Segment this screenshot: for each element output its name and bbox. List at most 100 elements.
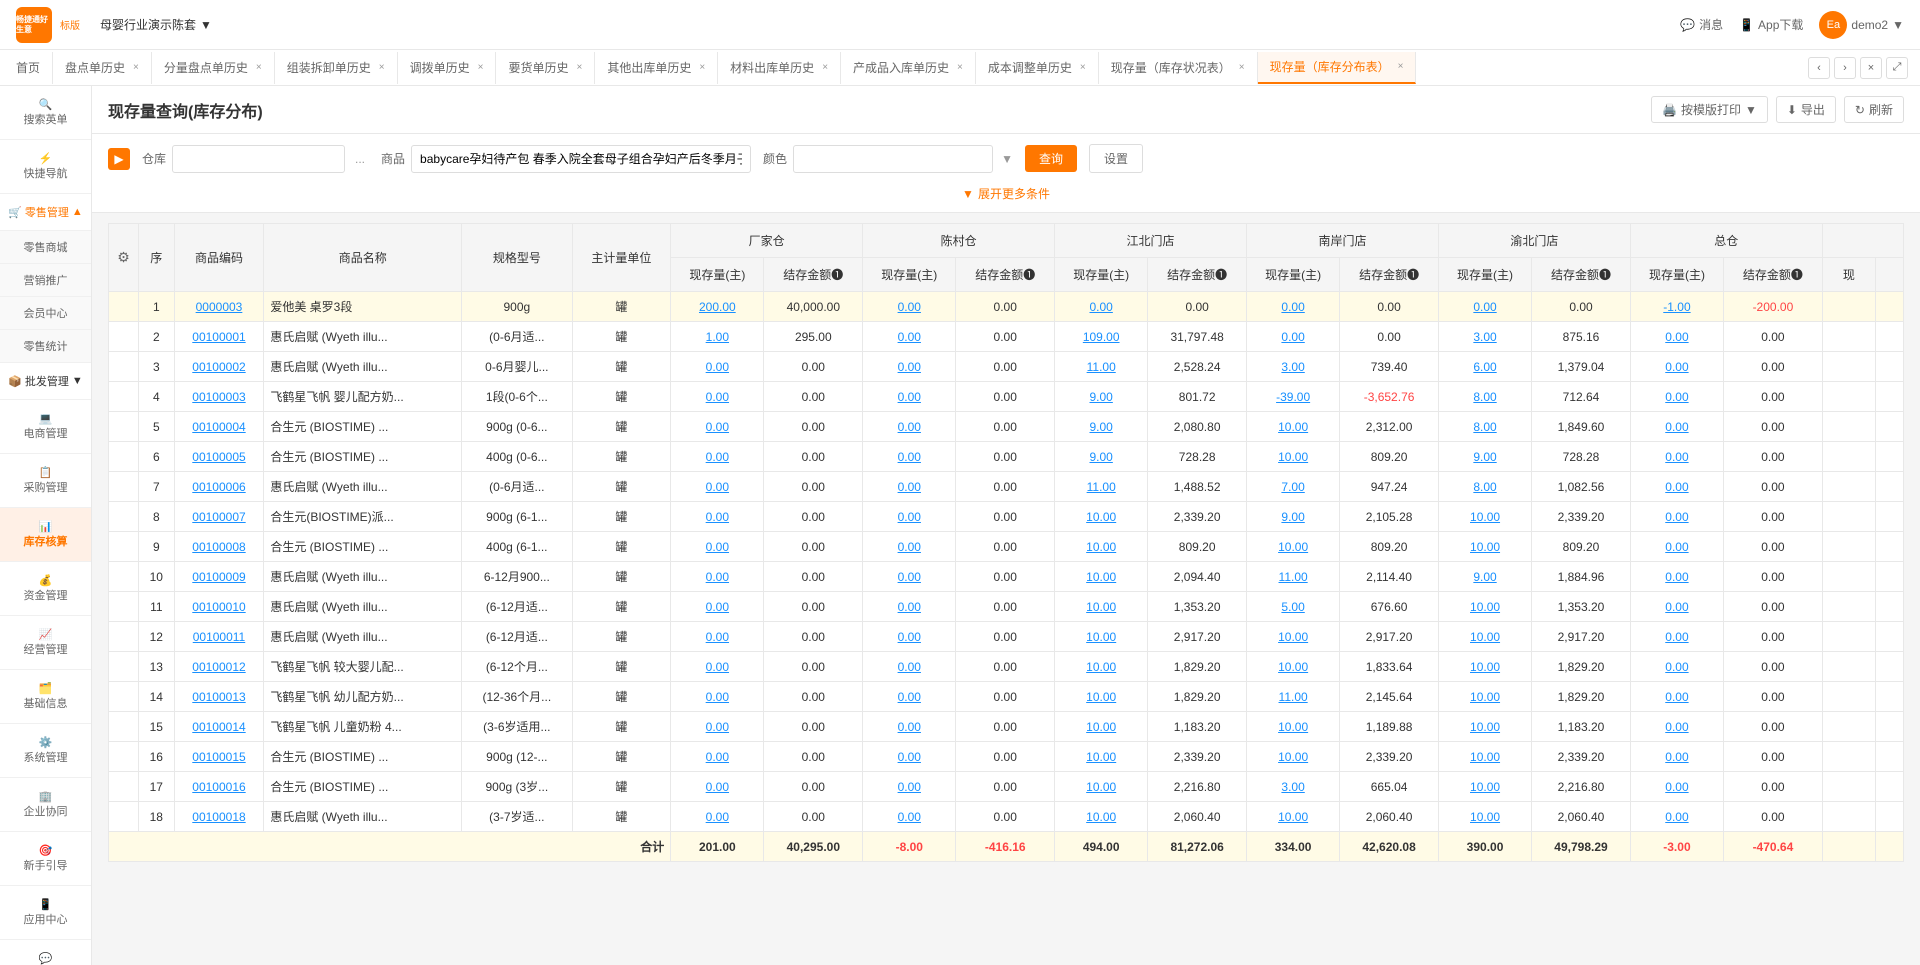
cell-na-qty[interactable]: 10.00 xyxy=(1246,532,1339,562)
cell-jb-qty[interactable]: 10.00 xyxy=(1055,682,1148,712)
tab-3-close[interactable]: × xyxy=(379,62,385,73)
cell-cj-qty[interactable]: 0.00 xyxy=(671,742,764,772)
cell-yb-qty[interactable]: 10.00 xyxy=(1438,802,1531,832)
tab-3[interactable]: 组装拆卸单历史 × xyxy=(275,52,398,84)
cell-cc-qty[interactable]: 0.00 xyxy=(863,682,956,712)
print-btn[interactable]: 🖨️ 按模版打印 ▼ xyxy=(1651,96,1768,123)
cell-code[interactable]: 00100004 xyxy=(174,412,264,442)
tab-6-close[interactable]: × xyxy=(699,62,705,73)
sidebar-item-wechat[interactable]: 💬 企业微信 xyxy=(0,940,91,965)
tab-1[interactable]: 盘点单历史 × xyxy=(53,52,152,84)
cell-cj-qty[interactable]: 200.00 xyxy=(671,292,764,322)
cell-yb-qty[interactable]: 0.00 xyxy=(1438,292,1531,322)
cell-code[interactable]: 00100005 xyxy=(174,442,264,472)
cell-zc-qty[interactable]: 0.00 xyxy=(1630,322,1723,352)
sidebar-item-apps[interactable]: 📱 应用中心 xyxy=(0,886,91,940)
sidebar-item-marketing[interactable]: 营销推广 xyxy=(0,264,91,297)
sidebar-item-finance[interactable]: 💰 资金管理 xyxy=(0,562,91,616)
tab-6[interactable]: 其他出库单历史 × xyxy=(595,52,718,84)
cell-zc-qty[interactable]: 0.00 xyxy=(1630,502,1723,532)
cell-jb-qty[interactable]: 10.00 xyxy=(1055,652,1148,682)
cell-zc-qty[interactable]: 0.00 xyxy=(1630,802,1723,832)
cell-na-qty[interactable]: -39.00 xyxy=(1246,382,1339,412)
cell-cj-qty[interactable]: 0.00 xyxy=(671,652,764,682)
message-btn[interactable]: 💬 消息 xyxy=(1680,16,1723,33)
cell-code[interactable]: 00100011 xyxy=(174,622,264,652)
cell-cj-qty[interactable]: 0.00 xyxy=(671,592,764,622)
cell-cj-qty[interactable]: 0.00 xyxy=(671,802,764,832)
cell-code[interactable]: 00100016 xyxy=(174,772,264,802)
cell-code[interactable]: 00100018 xyxy=(174,802,264,832)
refresh-btn[interactable]: ↻ 刷新 xyxy=(1844,96,1904,123)
cell-cj-qty[interactable]: 0.00 xyxy=(671,412,764,442)
cell-na-qty[interactable]: 10.00 xyxy=(1246,712,1339,742)
tab-home[interactable]: 首页 xyxy=(4,52,53,84)
cell-jb-qty[interactable]: 11.00 xyxy=(1055,472,1148,502)
cell-yb-qty[interactable]: 10.00 xyxy=(1438,742,1531,772)
cell-zc-qty[interactable]: -1.00 xyxy=(1630,292,1723,322)
cell-yb-qty[interactable]: 8.00 xyxy=(1438,472,1531,502)
tab-9-close[interactable]: × xyxy=(1080,62,1086,73)
warehouse-dots[interactable]: ... xyxy=(351,152,369,166)
cell-yb-qty[interactable]: 10.00 xyxy=(1438,712,1531,742)
cell-yb-qty[interactable]: 10.00 xyxy=(1438,652,1531,682)
cell-cc-qty[interactable]: 0.00 xyxy=(863,292,956,322)
query-btn[interactable]: 查询 xyxy=(1025,145,1077,172)
cell-zc-qty[interactable]: 0.00 xyxy=(1630,352,1723,382)
cell-jb-qty[interactable]: 10.00 xyxy=(1055,802,1148,832)
cell-cc-qty[interactable]: 0.00 xyxy=(863,742,956,772)
cell-cc-qty[interactable]: 0.00 xyxy=(863,592,956,622)
cell-yb-qty[interactable]: 10.00 xyxy=(1438,592,1531,622)
cell-cc-qty[interactable]: 0.00 xyxy=(863,652,956,682)
sidebar-item-operation[interactable]: 📈 经营管理 xyxy=(0,616,91,670)
sidebar-item-member[interactable]: 会员中心 xyxy=(0,297,91,330)
cell-na-qty[interactable]: 11.00 xyxy=(1246,682,1339,712)
sidebar-item-search[interactable]: 🔍 搜索英单 xyxy=(0,86,91,140)
cell-yb-qty[interactable]: 10.00 xyxy=(1438,772,1531,802)
app-download-btn[interactable]: 📱 App下载 xyxy=(1739,16,1803,33)
sidebar-item-wholesale[interactable]: 📦 批发管理 ▼ xyxy=(0,363,91,400)
goods-input[interactable] xyxy=(411,145,751,173)
cell-code[interactable]: 0000003 xyxy=(174,292,264,322)
cell-yb-qty[interactable]: 10.00 xyxy=(1438,622,1531,652)
cell-na-qty[interactable]: 10.00 xyxy=(1246,622,1339,652)
filter-expand-btn[interactable]: ▶ xyxy=(108,148,130,170)
cell-code[interactable]: 00100006 xyxy=(174,472,264,502)
tab-8[interactable]: 产成品入库单历史 × xyxy=(841,52,976,84)
tab-4-close[interactable]: × xyxy=(478,62,484,73)
th-settings[interactable]: ⚙ xyxy=(109,224,139,292)
cell-yb-qty[interactable]: 6.00 xyxy=(1438,352,1531,382)
cell-jb-qty[interactable]: 9.00 xyxy=(1055,442,1148,472)
tab-11-close[interactable]: × xyxy=(1398,61,1404,72)
tab-9[interactable]: 成本调整单历史 × xyxy=(976,52,1099,84)
tab-5-close[interactable]: × xyxy=(576,62,582,73)
cell-cj-qty[interactable]: 0.00 xyxy=(671,622,764,652)
cell-cj-qty[interactable]: 0.00 xyxy=(671,562,764,592)
sidebar-item-system[interactable]: ⚙️ 系统管理 xyxy=(0,724,91,778)
cell-code[interactable]: 00100001 xyxy=(174,322,264,352)
warehouse-input[interactable] xyxy=(172,145,345,173)
export-btn[interactable]: ⬇ 导出 xyxy=(1776,96,1836,123)
cell-zc-qty[interactable]: 0.00 xyxy=(1630,442,1723,472)
table-container[interactable]: ⚙ 序 商品编码 商品名称 规格型号 主计量单位 厂家仓 陈村仓 江北门店 南岸… xyxy=(92,213,1920,965)
cell-cc-qty[interactable]: 0.00 xyxy=(863,532,956,562)
sidebar-item-guide[interactable]: 🎯 新手引导 xyxy=(0,832,91,886)
cell-na-qty[interactable]: 9.00 xyxy=(1246,502,1339,532)
tab-prev-btn[interactable]: ‹ xyxy=(1808,57,1830,79)
cell-code[interactable]: 00100015 xyxy=(174,742,264,772)
cell-cc-qty[interactable]: 0.00 xyxy=(863,562,956,592)
cell-cj-qty[interactable]: 0.00 xyxy=(671,502,764,532)
cell-na-qty[interactable]: 10.00 xyxy=(1246,802,1339,832)
cell-na-qty[interactable]: 10.00 xyxy=(1246,442,1339,472)
sidebar-item-basic[interactable]: 🗂️ 基础信息 xyxy=(0,670,91,724)
cell-zc-qty[interactable]: 0.00 xyxy=(1630,532,1723,562)
cell-jb-qty[interactable]: 10.00 xyxy=(1055,562,1148,592)
cell-na-qty[interactable]: 3.00 xyxy=(1246,352,1339,382)
tab-close-all-btn[interactable]: × xyxy=(1860,57,1882,79)
cell-jb-qty[interactable]: 10.00 xyxy=(1055,532,1148,562)
cell-cj-qty[interactable]: 1.00 xyxy=(671,322,764,352)
tab-7[interactable]: 材料出库单历史 × xyxy=(718,52,841,84)
cell-code[interactable]: 00100008 xyxy=(174,532,264,562)
tab-next-btn[interactable]: › xyxy=(1834,57,1856,79)
cell-code[interactable]: 00100014 xyxy=(174,712,264,742)
